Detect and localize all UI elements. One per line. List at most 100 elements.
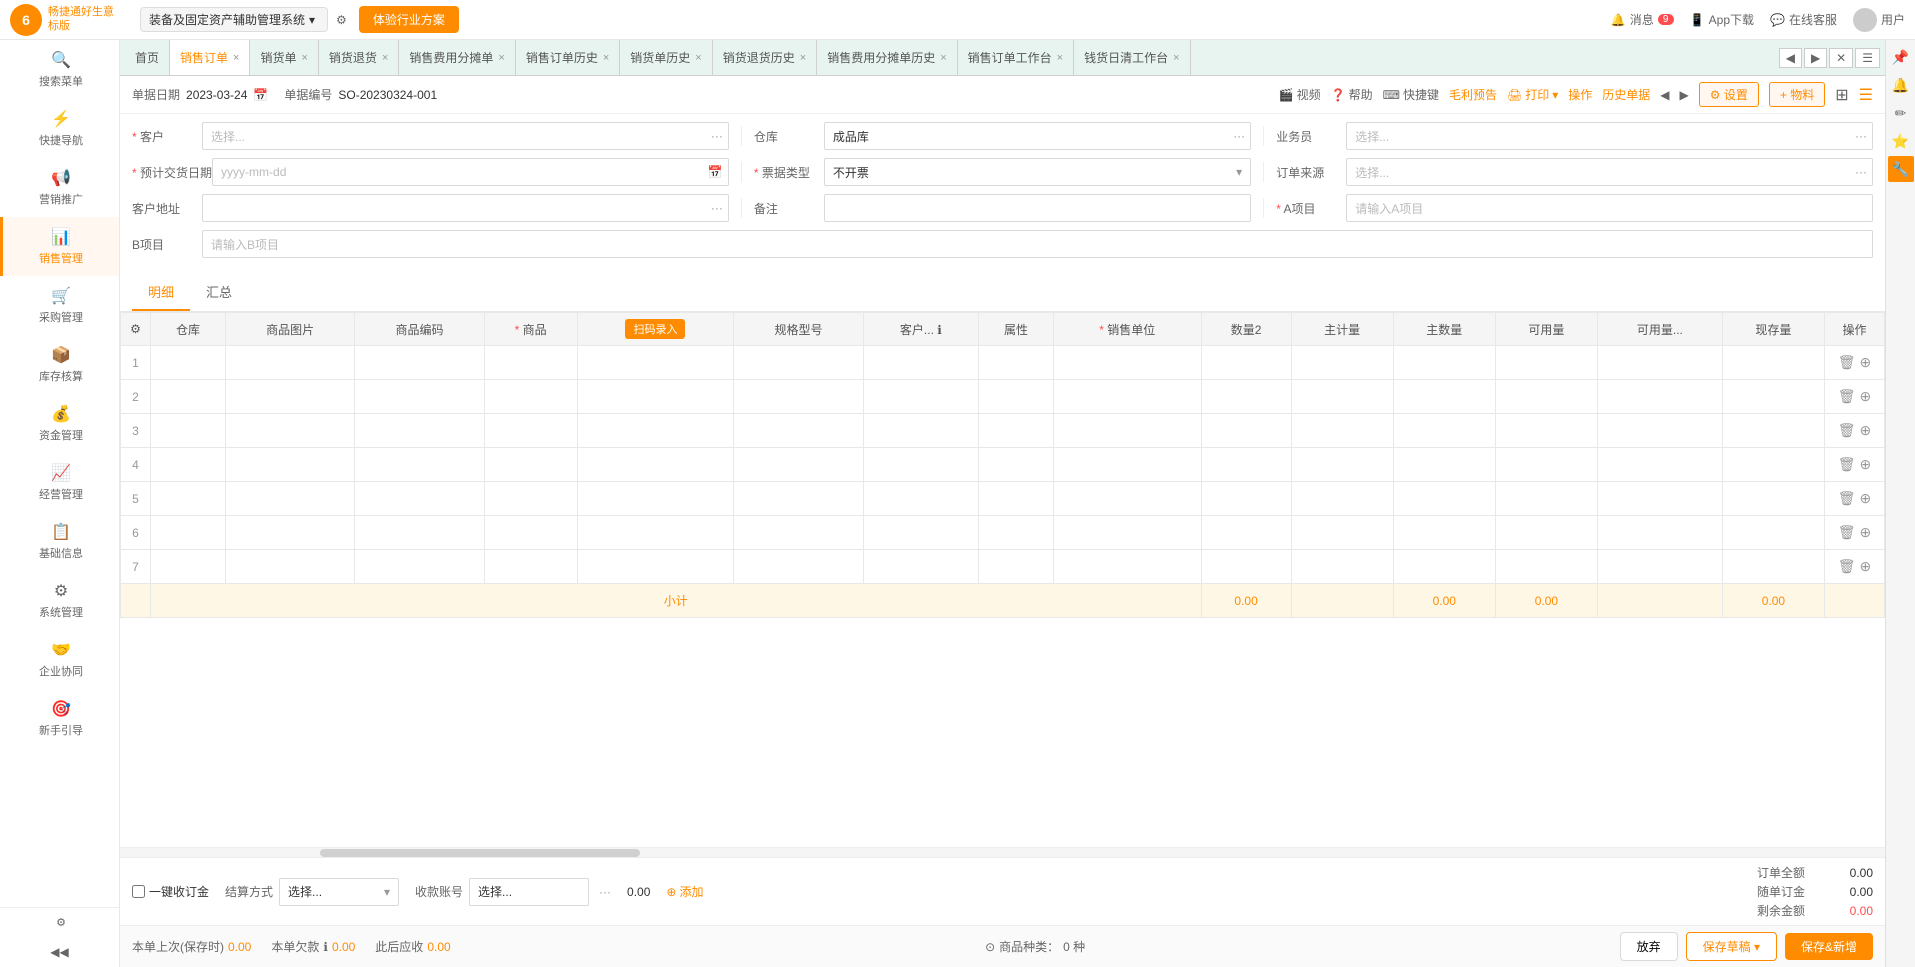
row4-delete-icon[interactable]: 🗑 (1838, 456, 1856, 473)
row5-available2[interactable] (1597, 482, 1722, 516)
row3-qty2[interactable] (1201, 414, 1291, 448)
warehouse-input[interactable]: 成品库 (824, 122, 1251, 150)
scrollbar-thumb[interactable] (320, 849, 640, 857)
view-link[interactable]: 🎬 视频 (1279, 86, 1321, 103)
row6-product[interactable] (484, 516, 577, 550)
row4-product-code[interactable] (355, 448, 484, 482)
row2-product-code[interactable] (355, 380, 484, 414)
row6-main-qty[interactable] (1393, 516, 1495, 550)
row6-stock[interactable] (1722, 516, 1824, 550)
row1-main-unit[interactable] (1291, 346, 1393, 380)
sidebar-item-operations[interactable]: 📈 经营管理 (0, 453, 119, 512)
tab-sales-bill[interactable]: 销货单 × (250, 40, 318, 76)
row3-product[interactable] (484, 414, 577, 448)
sidebar-item-sales[interactable]: 📊 销售管理 (0, 217, 119, 276)
row5-product-code[interactable] (355, 482, 484, 516)
sidebar-item-search[interactable]: 🔍 搜索菜单 (0, 40, 119, 99)
row5-product-image[interactable] (225, 482, 354, 516)
close-bill-history-tab[interactable]: × (695, 52, 701, 64)
operate-link[interactable]: 操作 (1568, 86, 1592, 103)
row4-available2[interactable] (1597, 448, 1722, 482)
row5-sales-unit[interactable] (1054, 482, 1202, 516)
row1-product[interactable] (484, 346, 577, 380)
row3-delete-icon[interactable]: 🗑 (1838, 422, 1856, 439)
row2-stock[interactable] (1722, 380, 1824, 414)
row7-stock[interactable] (1722, 550, 1824, 584)
row3-main-unit[interactable] (1291, 414, 1393, 448)
delivery-date-input[interactable]: yyyy-mm-dd (212, 158, 729, 186)
row5-available[interactable] (1495, 482, 1597, 516)
tab-home[interactable]: 首页 (125, 40, 170, 76)
b-project-input[interactable]: 请输入B项目 (202, 230, 1873, 258)
nav-prev-icon[interactable]: ◀ (1660, 88, 1669, 102)
close-return-history-tab[interactable]: × (800, 52, 806, 64)
tab-bill-history[interactable]: 销货单历史 × (620, 40, 712, 76)
a-project-input[interactable]: 请输入A项目 (1346, 194, 1873, 222)
tab-more-btn[interactable]: ✕ (1829, 48, 1853, 68)
row5-qty2[interactable] (1201, 482, 1291, 516)
row7-sales-unit[interactable] (1054, 550, 1202, 584)
row3-available2[interactable] (1597, 414, 1722, 448)
row6-main-unit[interactable] (1291, 516, 1393, 550)
settings-icon[interactable]: ⚙ (336, 13, 347, 27)
row2-main-unit[interactable] (1291, 380, 1393, 414)
right-btn-4[interactable]: ⭐ (1888, 128, 1914, 154)
sidebar-settings-btn[interactable]: ⚙ (0, 908, 119, 937)
history-link[interactable]: 历史单据 (1602, 86, 1650, 103)
row3-product-code[interactable] (355, 414, 484, 448)
row2-copy-icon[interactable]: ⊕ (1860, 388, 1872, 405)
close-order-history-tab[interactable]: × (603, 52, 609, 64)
save-draft-btn[interactable]: 保存草稿 ▾ (1686, 932, 1777, 961)
row2-product[interactable] (484, 380, 577, 414)
one-click-checkbox[interactable] (132, 885, 145, 898)
row5-product[interactable] (484, 482, 577, 516)
row7-copy-icon[interactable]: ⊕ (1860, 558, 1872, 575)
row1-customer-code[interactable] (863, 346, 978, 380)
nav-next-icon[interactable]: ▶ (1680, 88, 1689, 102)
order-source-input[interactable]: 选择... (1346, 158, 1873, 186)
tab-menu-btn[interactable]: ☰ (1855, 48, 1880, 68)
industry-btn[interactable]: 体验行业方案 (359, 6, 459, 33)
row2-sales-unit[interactable] (1054, 380, 1202, 414)
row2-warehouse[interactable] (151, 380, 226, 414)
row1-available[interactable] (1495, 346, 1597, 380)
invoice-type-select[interactable]: 不开票 ▾ (824, 158, 1251, 186)
right-btn-5[interactable]: 🔧 (1888, 156, 1914, 182)
row6-customer-code[interactable] (863, 516, 978, 550)
row4-product-image[interactable] (225, 448, 354, 482)
save-new-btn[interactable]: 保存&新增 (1785, 933, 1873, 960)
row1-product-code[interactable] (355, 346, 484, 380)
row1-product-image[interactable] (225, 346, 354, 380)
tab-summary[interactable]: 汇总 (190, 274, 248, 311)
tab-return-history[interactable]: 销货退货历史 × (713, 40, 817, 76)
right-btn-1[interactable]: 📌 (1888, 44, 1914, 70)
row3-stock[interactable] (1722, 414, 1824, 448)
row4-customer-code[interactable] (863, 448, 978, 482)
row7-qty2[interactable] (1201, 550, 1291, 584)
row5-customer-code[interactable] (863, 482, 978, 516)
row3-warehouse[interactable] (151, 414, 226, 448)
row1-delete-icon[interactable]: 🗑 (1838, 354, 1856, 371)
customer-input-wrapper[interactable]: 选择... ··· (202, 122, 729, 150)
row5-main-unit[interactable] (1291, 482, 1393, 516)
print-link[interactable]: 🖨 打印 ▾ (1507, 86, 1558, 103)
row1-attribute[interactable] (979, 346, 1054, 380)
shortcut-link[interactable]: ⌨ 快捷键 (1383, 86, 1439, 103)
account-select[interactable]: 选择... (469, 878, 589, 906)
row6-available2[interactable] (1597, 516, 1722, 550)
add-material-btn[interactable]: + 物料 (1769, 82, 1825, 107)
close-expense-split-tab[interactable]: × (498, 52, 504, 64)
row5-spec[interactable] (734, 482, 863, 516)
collapse-sidebar-btn[interactable]: ◀◀ (0, 937, 119, 967)
row7-main-unit[interactable] (1291, 550, 1393, 584)
address-input[interactable] (202, 194, 729, 222)
user-menu[interactable]: 用户 (1853, 8, 1905, 32)
row4-attribute[interactable] (979, 448, 1054, 482)
row2-spec[interactable] (734, 380, 863, 414)
sidebar-item-basic-info[interactable]: 📋 基础信息 (0, 512, 119, 571)
row2-main-qty[interactable] (1393, 380, 1495, 414)
close-sales-return-tab[interactable]: × (382, 52, 388, 64)
warehouse-input-wrapper[interactable]: 成品库 ··· (824, 122, 1251, 150)
sidebar-item-inventory[interactable]: 📦 库存核算 (0, 335, 119, 394)
row3-attribute[interactable] (979, 414, 1054, 448)
